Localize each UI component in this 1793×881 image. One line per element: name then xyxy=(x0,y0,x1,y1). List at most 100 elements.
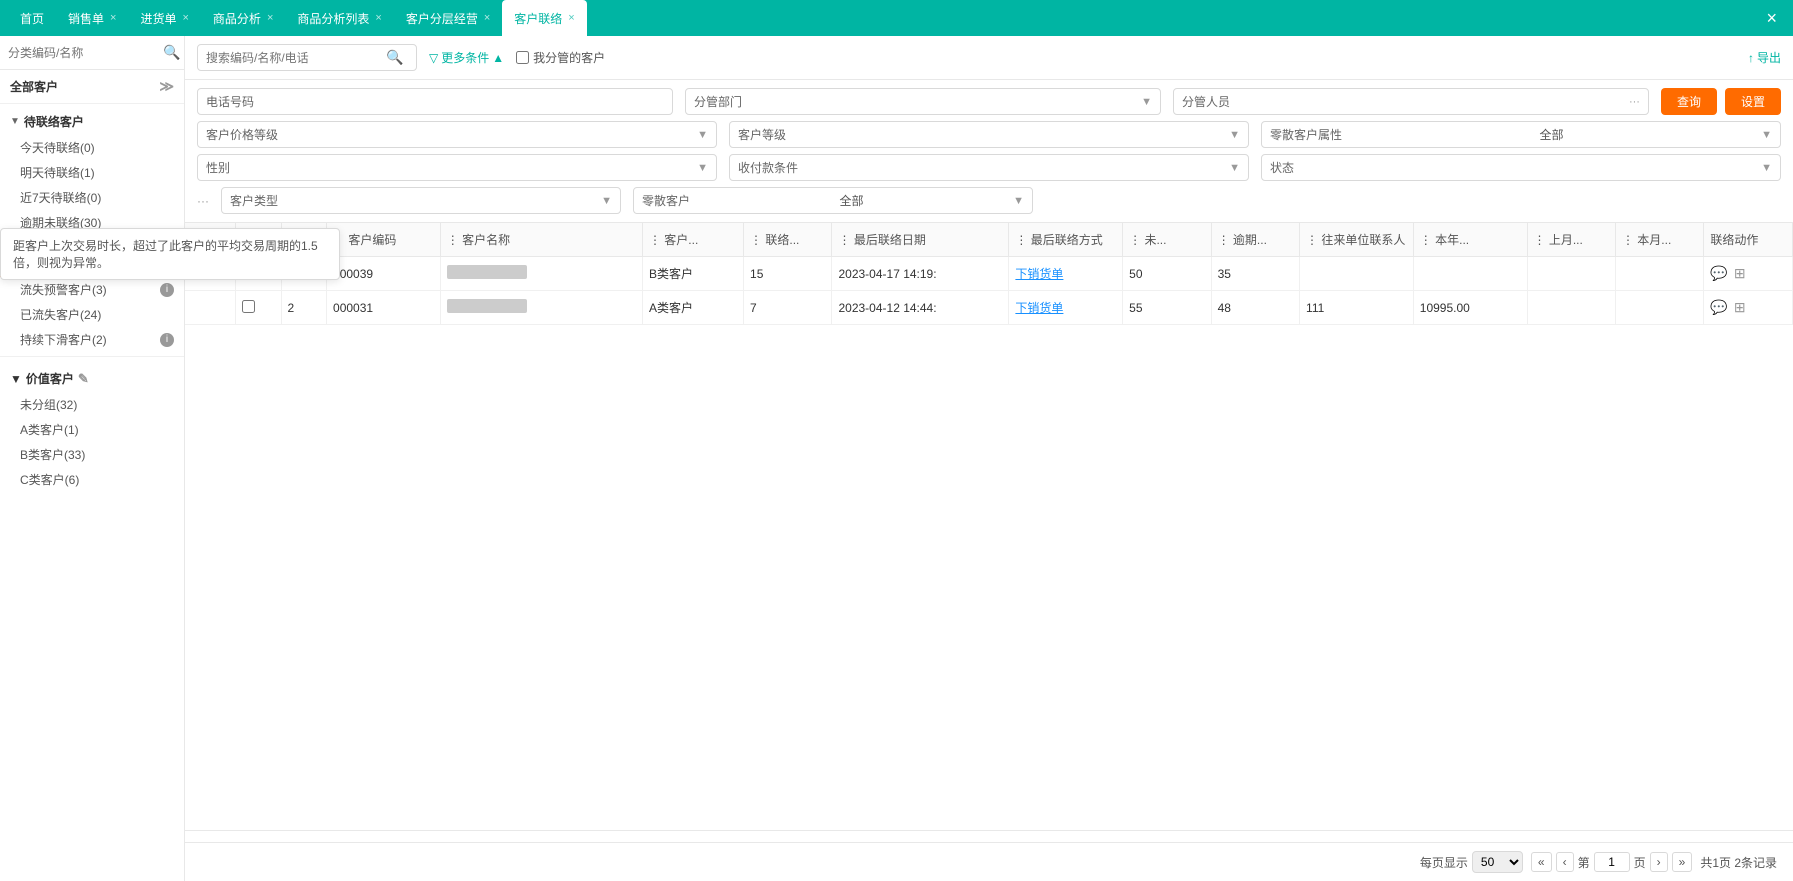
td-num-2: 2 xyxy=(281,291,326,325)
query-button[interactable]: 查询 xyxy=(1661,88,1717,115)
th-year-amount[interactable]: ⋮ 本年... xyxy=(1413,223,1527,257)
b-class-item[interactable]: B类客户(33) xyxy=(0,442,184,467)
next-page-button[interactable]: › xyxy=(1650,852,1668,872)
sidebar: 🔍 全部客户 ≫ ▼ 待联络客户 今天待联络(0) 明天待联络(1) 近7天待联… xyxy=(0,36,185,881)
td-check-2[interactable] xyxy=(236,291,281,325)
my-customer-checkbox[interactable] xyxy=(516,51,529,64)
declining-info-icon[interactable]: i xyxy=(160,333,174,347)
first-page-button[interactable]: « xyxy=(1531,852,1552,872)
a-class-item[interactable]: A类客户(1) xyxy=(0,417,184,442)
tomorrow-pending-item[interactable]: 明天待联络(1) xyxy=(0,160,184,185)
last-method-link-1[interactable]: 下销货单 xyxy=(1015,267,1063,281)
window-close-button[interactable]: × xyxy=(1758,8,1785,29)
sidebar-header: 全部客户 ≫ xyxy=(0,70,184,104)
gender-field[interactable]: 性别 ▼ xyxy=(197,154,717,181)
last-method-link-2[interactable]: 下销货单 xyxy=(1015,301,1063,315)
th-uncontacted[interactable]: ⋮ 未... xyxy=(1123,223,1211,257)
th-last-contact-method[interactable]: ⋮ 最后联络方式 xyxy=(1009,223,1123,257)
th-type[interactable]: ⋮ 客户... xyxy=(642,223,743,257)
search-input[interactable] xyxy=(206,51,386,65)
table-row: 1 000039 B类客户 15 2023-04-17 14:19: 下销货单 … xyxy=(185,257,1793,291)
pending-contact-section: ▼ 待联络客户 今天待联络(0) 明天待联络(1) 近7天待联络(0) 逾期未联… xyxy=(0,104,184,239)
th-name[interactable]: ⋮ 客户名称 xyxy=(440,223,642,257)
status-field[interactable]: 状态 ▼ xyxy=(1261,154,1781,181)
today-pending-item[interactable]: 今天待联络(0) xyxy=(0,135,184,160)
td-last-method-2[interactable]: 下销货单 xyxy=(1009,291,1123,325)
last-page-button[interactable]: » xyxy=(1672,852,1693,872)
td-name-2 xyxy=(440,291,642,325)
th-overdue[interactable]: ⋮ 逾期... xyxy=(1211,223,1299,257)
losing-customers-item[interactable]: 流失预警客户(3) i xyxy=(0,277,184,302)
contact-icon-2[interactable]: 💬 xyxy=(1710,299,1727,316)
unclassified-item[interactable]: 未分组(32) xyxy=(0,392,184,417)
customer-grade-field[interactable]: 客户等级 ▼ xyxy=(729,121,1249,148)
current-page-input[interactable] xyxy=(1594,852,1630,872)
th-code[interactable]: ⋮ 客户编码 xyxy=(327,223,441,257)
category-search-input[interactable] xyxy=(8,46,163,60)
th-contact-count[interactable]: ⋮ 联络... xyxy=(744,223,832,257)
pending-contact-title[interactable]: ▼ 待联络客户 xyxy=(0,108,184,135)
filter-row-2: 客户价格等级 ▼ 客户等级 ▼ 零散客户属性 全部 ▼ xyxy=(197,121,1781,148)
nav-item-customer-layer[interactable]: 客户分层经营 × xyxy=(394,0,502,36)
lost-customers-item[interactable]: 已流失客户(24) xyxy=(0,302,184,327)
declining-customers-item[interactable]: 持续下滑客户(2) i xyxy=(0,327,184,352)
export-button[interactable]: ↑ 导出 xyxy=(1748,49,1781,66)
td-overdue-1: 35 xyxy=(1211,257,1299,291)
branch-dept-field[interactable]: 分管部门 ▼ xyxy=(685,88,1161,115)
action-icons-1: 💬 ⊞ xyxy=(1710,265,1786,282)
more-icon-1[interactable]: ⊞ xyxy=(1734,265,1746,282)
branch-person-field[interactable]: 分管人员 ··· xyxy=(1173,88,1649,115)
expand-more-icon[interactable]: ··· xyxy=(197,194,209,208)
close-purchase-icon[interactable]: × xyxy=(182,12,188,24)
prev-page-button[interactable]: ‹ xyxy=(1556,852,1574,872)
nav-item-product-analysis-list[interactable]: 商品分析列表 × xyxy=(285,0,393,36)
td-code-1: 000039 xyxy=(327,257,441,291)
value-customer-title[interactable]: ▼ 价值客户 ✎ xyxy=(0,365,184,392)
customer-price-grade-field[interactable]: 客户价格等级 ▼ xyxy=(197,121,717,148)
nav-item-purchase[interactable]: 进货单 × xyxy=(128,0,200,36)
customer-type-field[interactable]: 客户类型 ▼ xyxy=(221,187,621,214)
sidebar-collapse-button[interactable]: ≫ xyxy=(159,78,174,95)
contact-icon-1[interactable]: 💬 xyxy=(1710,265,1727,282)
td-last-date-2: 2023-04-12 14:44: xyxy=(832,291,1009,325)
td-year-2: 10995.00 xyxy=(1413,291,1527,325)
close-customer-layer-icon[interactable]: × xyxy=(484,12,490,24)
retail-customer-field[interactable]: 零散客户 全部 ▼ xyxy=(633,187,1033,214)
per-page-select[interactable]: 50 20 100 xyxy=(1472,851,1523,873)
horizontal-scrollbar[interactable] xyxy=(185,830,1793,842)
close-product-analysis-list-icon[interactable]: × xyxy=(375,12,381,24)
filter-row-4: ··· 客户类型 ▼ 零散客户 全部 ▼ xyxy=(197,187,1781,214)
td-action-2: 💬 ⊞ xyxy=(1704,291,1793,325)
row2-checkbox[interactable] xyxy=(242,300,255,313)
td-uncontacted-2: 55 xyxy=(1123,291,1211,325)
nav-item-sales[interactable]: 销售单 × xyxy=(56,0,128,36)
retail-customer-attr-field[interactable]: 零散客户属性 全部 ▼ xyxy=(1261,121,1781,148)
th-last-month[interactable]: ⋮ 上月... xyxy=(1527,223,1615,257)
td-code-2: 000031 xyxy=(327,291,441,325)
close-customer-contact-icon[interactable]: × xyxy=(568,12,574,24)
th-unit-contact[interactable]: ⋮ 往来单位联系人 xyxy=(1300,223,1414,257)
td-unit-contact-1 xyxy=(1300,257,1414,291)
more-icon-2[interactable]: ⊞ xyxy=(1734,299,1746,316)
phone-field[interactable]: 电话号码 xyxy=(197,88,673,115)
th-this-month[interactable]: ⋮ 本月... xyxy=(1615,223,1703,257)
search-bar-icon[interactable]: 🔍 xyxy=(386,49,403,66)
nav-item-customer-contact[interactable]: 客户联络 × xyxy=(502,0,586,36)
per-page-selector: 每页显示 50 20 100 xyxy=(1420,851,1523,873)
payment-terms-field[interactable]: 收付款条件 ▼ xyxy=(729,154,1249,181)
week-pending-item[interactable]: 近7天待联络(0) xyxy=(0,185,184,210)
close-sales-icon[interactable]: × xyxy=(110,12,116,24)
more-conditions-button[interactable]: ▽ 更多条件 ▲ xyxy=(429,49,504,66)
close-product-analysis-icon[interactable]: × xyxy=(267,12,273,24)
settings-button[interactable]: 设置 xyxy=(1725,88,1781,115)
losing-info-icon[interactable]: i xyxy=(160,283,174,297)
nav-item-product-analysis[interactable]: 商品分析 × xyxy=(201,0,285,36)
value-customer-edit-icon[interactable]: ✎ xyxy=(78,371,89,387)
action-icons-2: 💬 ⊞ xyxy=(1710,299,1786,316)
category-search-icon[interactable]: 🔍 xyxy=(163,44,180,61)
c-class-item[interactable]: C类客户(6) xyxy=(0,467,184,492)
nav-item-home[interactable]: 首页 xyxy=(8,0,56,36)
th-last-contact-date[interactable]: ⋮ 最后联络日期 xyxy=(832,223,1009,257)
td-settings-2 xyxy=(185,291,236,325)
td-last-method-1[interactable]: 下销货单 xyxy=(1009,257,1123,291)
